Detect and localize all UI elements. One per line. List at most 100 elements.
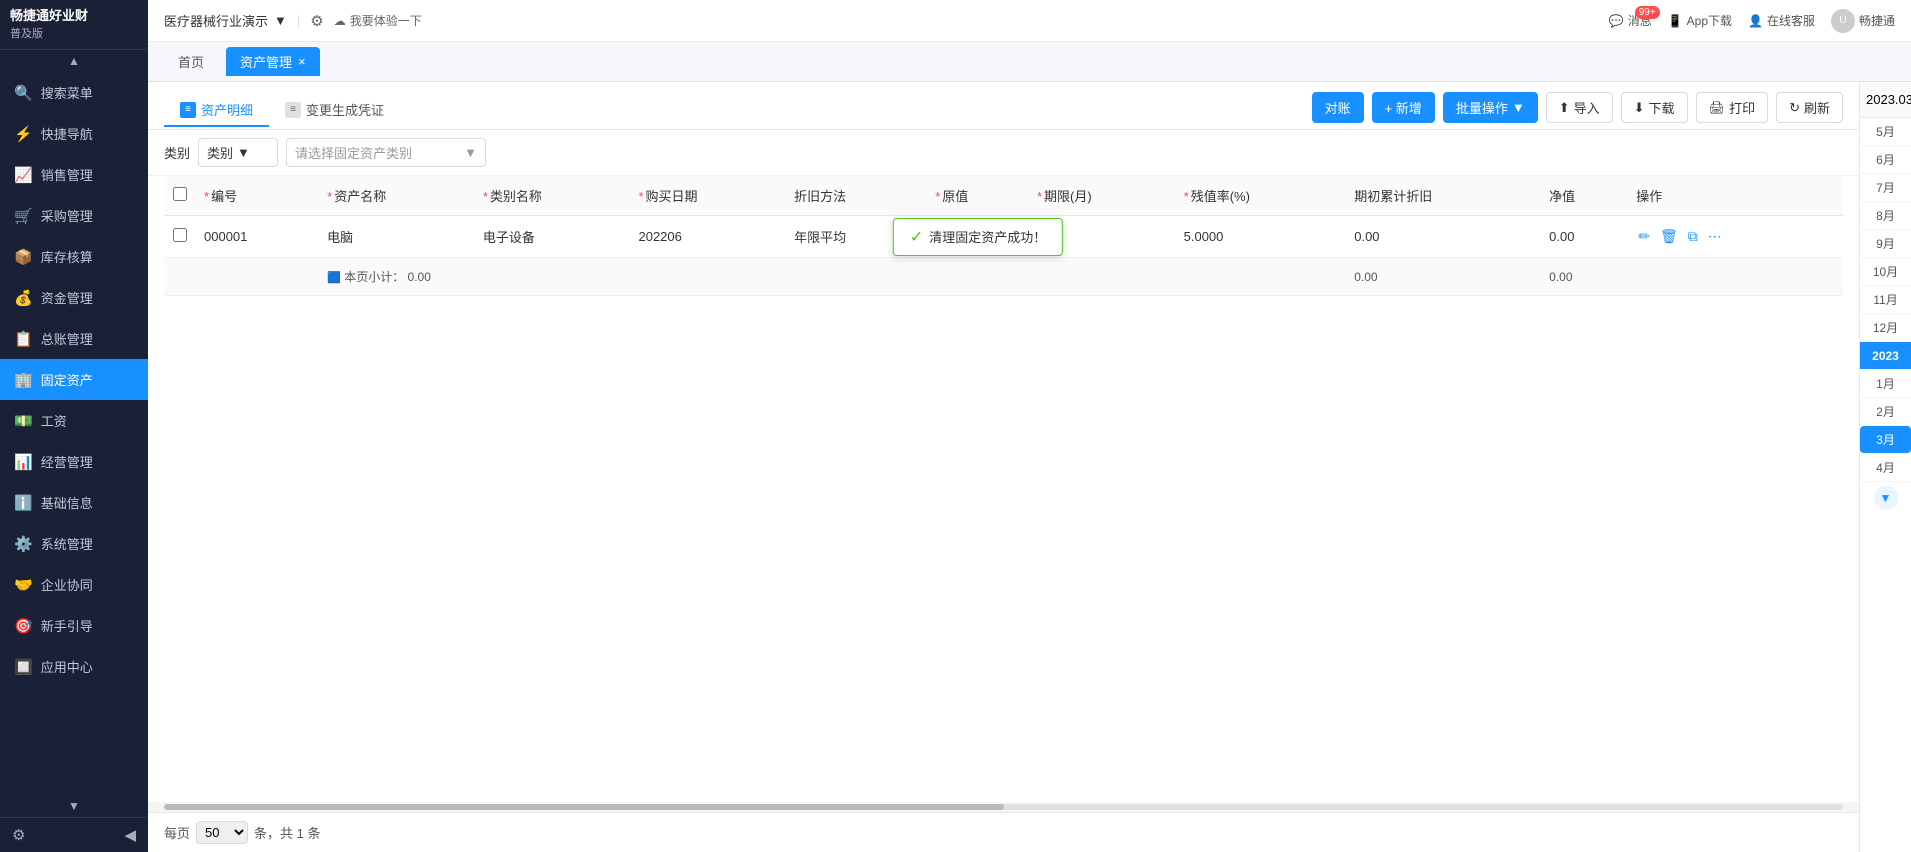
subtotal-col5 xyxy=(927,258,1029,296)
month-7[interactable]: 7月 xyxy=(1860,174,1911,202)
sidebar-item-basicinfo[interactable]: ℹ️ 基础信息 xyxy=(0,482,148,523)
month-11[interactable]: 11月 xyxy=(1860,286,1911,314)
sidebar-item-label: 搜索菜单 xyxy=(41,83,93,102)
settings-icon[interactable]: ⚙ xyxy=(12,826,25,844)
username: 畅捷通 xyxy=(1859,12,1895,29)
topbar-right: 💬 消息 99+ 📱 App下载 👤 在线客服 U 畅捷通 xyxy=(1609,9,1895,33)
month-4[interactable]: 4月 xyxy=(1860,454,1911,482)
table-wrap: *编号 *资产名称 *类别名称 *购买日期 折旧方法 *原值 *期限(月) *残… xyxy=(148,176,1859,802)
subtotal-actions xyxy=(1628,258,1843,296)
sub-tab-asset-detail[interactable]: ≡ 资产明细 xyxy=(164,94,269,127)
sidebar-item-appcenter[interactable]: 🔲 应用中心 xyxy=(0,646,148,687)
delete-icon[interactable]: 🗑 xyxy=(1658,226,1680,247)
sidebar-item-quicknav[interactable]: ⚡ 快捷导航 xyxy=(0,113,148,154)
collapse-icon[interactable]: ◀ xyxy=(124,826,136,844)
refresh-button[interactable]: ↻ 刷新 xyxy=(1776,92,1843,123)
month-12[interactable]: 12月 xyxy=(1860,314,1911,342)
col-net-value: 净值 xyxy=(1541,176,1628,216)
sidebar-scroll-up[interactable]: ▲ xyxy=(0,50,148,72)
row-checkbox-cell xyxy=(164,216,196,258)
batch-ops-button[interactable]: 批量操作 ▼ xyxy=(1443,92,1538,123)
col-purchase-date: *购买日期 xyxy=(630,176,786,216)
row-checkbox[interactable] xyxy=(173,228,187,242)
import-button[interactable]: ⬆ 导入 xyxy=(1546,92,1613,123)
col-initial-accumulated: 期初累计折旧 xyxy=(1346,176,1541,216)
sidebar-item-operations[interactable]: 📊 经营管理 xyxy=(0,441,148,482)
capital-icon: 💰 xyxy=(14,289,33,307)
tab-home[interactable]: 首页 xyxy=(164,47,218,76)
chevron-down-icon: ▼ xyxy=(237,145,250,160)
sidebar-item-salary[interactable]: 💵 工资 xyxy=(0,400,148,441)
month-10[interactable]: 10月 xyxy=(1860,258,1911,286)
scrollbar-thumb[interactable] xyxy=(164,804,1004,810)
month-2[interactable]: 2月 xyxy=(1860,398,1911,426)
month-9[interactable]: 9月 xyxy=(1860,230,1911,258)
col-original-value: *原值 xyxy=(927,176,1029,216)
month-6[interactable]: 6月 xyxy=(1860,146,1911,174)
avatar: U xyxy=(1831,9,1855,33)
sidebar-item-enterprise[interactable]: 🤝 企业协同 xyxy=(0,564,148,605)
asset-detail-icon: ≡ xyxy=(180,102,196,118)
experience-btn[interactable]: ☁ 我要体验一下 xyxy=(334,12,422,29)
home-tab-label: 首页 xyxy=(178,52,204,71)
subtotal-row: 🟦 本页小计： 0.00 0.00 0.00 xyxy=(164,258,1843,296)
subtotal-empty xyxy=(164,258,319,296)
sidebar-item-sales[interactable]: 📈 销售管理 xyxy=(0,154,148,195)
category-type-select[interactable]: 类别 ▼ xyxy=(198,138,278,167)
user-menu-btn[interactable]: U 畅捷通 xyxy=(1831,9,1895,33)
select-all-checkbox[interactable] xyxy=(173,187,187,201)
print-button[interactable]: 🖨 打印 xyxy=(1696,92,1769,123)
page-content: ≡ 资产明细 ≡ 变更生成凭证 对账 + 新增 批量操作 ▼ ⬆ xyxy=(148,82,1859,852)
batch-ops-label: 批量操作 xyxy=(1456,98,1508,117)
cloud-icon: ☁ xyxy=(334,14,346,28)
cell-original-value: ✓ 清理固定资产成功！ xyxy=(927,216,1029,258)
sidebar-item-search[interactable]: 🔍 搜索菜单 xyxy=(0,72,148,113)
service-icon: 👤 xyxy=(1748,14,1763,28)
message-btn[interactable]: 💬 消息 99+ xyxy=(1609,12,1652,29)
tab-asset-management[interactable]: 资产管理 × xyxy=(226,47,320,76)
guide-icon: 🎯 xyxy=(14,617,33,635)
right-panel-header: 2023.03 ✕ ⤢ xyxy=(1860,82,1911,118)
table-row: 000001 电脑 电子设备 202206 年限平均 ✓ 清理固定资产成 xyxy=(164,216,1843,258)
sidebar-item-ledger[interactable]: 📋 总账管理 xyxy=(0,318,148,359)
sidebar-item-system[interactable]: ⚙️ 系统管理 xyxy=(0,523,148,564)
sub-tab-change-voucher[interactable]: ≡ 变更生成凭证 xyxy=(269,94,400,127)
import-icon: ⬆ xyxy=(1559,100,1570,116)
sidebar-item-inventory[interactable]: 📦 库存核算 xyxy=(0,236,148,277)
sidebar-scroll-down[interactable]: ▼ xyxy=(0,795,148,817)
horizontal-scrollbar[interactable] xyxy=(148,802,1859,812)
app-download-btn[interactable]: 📱 App下载 xyxy=(1668,12,1732,29)
edit-icon[interactable]: ✏ xyxy=(1636,226,1652,247)
toast-text: 清理固定资产成功！ xyxy=(929,227,1046,246)
company-selector[interactable]: 医疗器械行业演示 ▼ xyxy=(164,11,287,30)
new-button[interactable]: + 新增 xyxy=(1372,92,1435,123)
month-3-current[interactable]: 3月 xyxy=(1860,426,1911,454)
month-1[interactable]: 1月 xyxy=(1860,370,1911,398)
sidebar-item-purchase[interactable]: 🛒 采购管理 xyxy=(0,195,148,236)
category-chevron-icon: ▼ xyxy=(464,145,477,160)
month-8[interactable]: 8月 xyxy=(1860,202,1911,230)
download-button[interactable]: ⬇ 下载 xyxy=(1621,92,1688,123)
year-2023-label: 2023 xyxy=(1860,342,1911,370)
cell-name: 电脑 xyxy=(319,216,475,258)
copy-icon[interactable]: ⧉ xyxy=(1686,226,1700,247)
per-page-select[interactable]: 50 100 200 xyxy=(196,821,248,844)
online-service-btn[interactable]: 👤 在线客服 xyxy=(1748,12,1815,29)
sidebar-item-label: 经营管理 xyxy=(41,452,93,471)
col-actions: 操作 xyxy=(1628,176,1843,216)
month-down-arrow[interactable]: ▼ xyxy=(1874,486,1898,510)
cell-residual-rate: 5.0000 xyxy=(1176,216,1347,258)
sidebar-item-guide[interactable]: 🎯 新手引导 xyxy=(0,605,148,646)
sidebar-item-fixedasset[interactable]: 🏢 固定资产 xyxy=(0,359,148,400)
company-settings-icon[interactable]: ⚙ xyxy=(310,12,323,30)
per-page-label: 每页 xyxy=(164,823,190,842)
message-badge: 99+ xyxy=(1635,6,1660,19)
close-tab-icon[interactable]: × xyxy=(298,54,306,69)
change-voucher-icon: ≡ xyxy=(285,102,301,118)
sidebar-item-capital[interactable]: 💰 资金管理 xyxy=(0,277,148,318)
reconcile-button[interactable]: 对账 xyxy=(1312,92,1364,123)
download-icon: 📱 xyxy=(1668,14,1683,28)
month-5[interactable]: 5月 xyxy=(1860,118,1911,146)
more-icon[interactable]: ⋯ xyxy=(1706,226,1724,247)
category-value-select[interactable]: 请选择固定资产类别 ▼ xyxy=(286,138,486,167)
